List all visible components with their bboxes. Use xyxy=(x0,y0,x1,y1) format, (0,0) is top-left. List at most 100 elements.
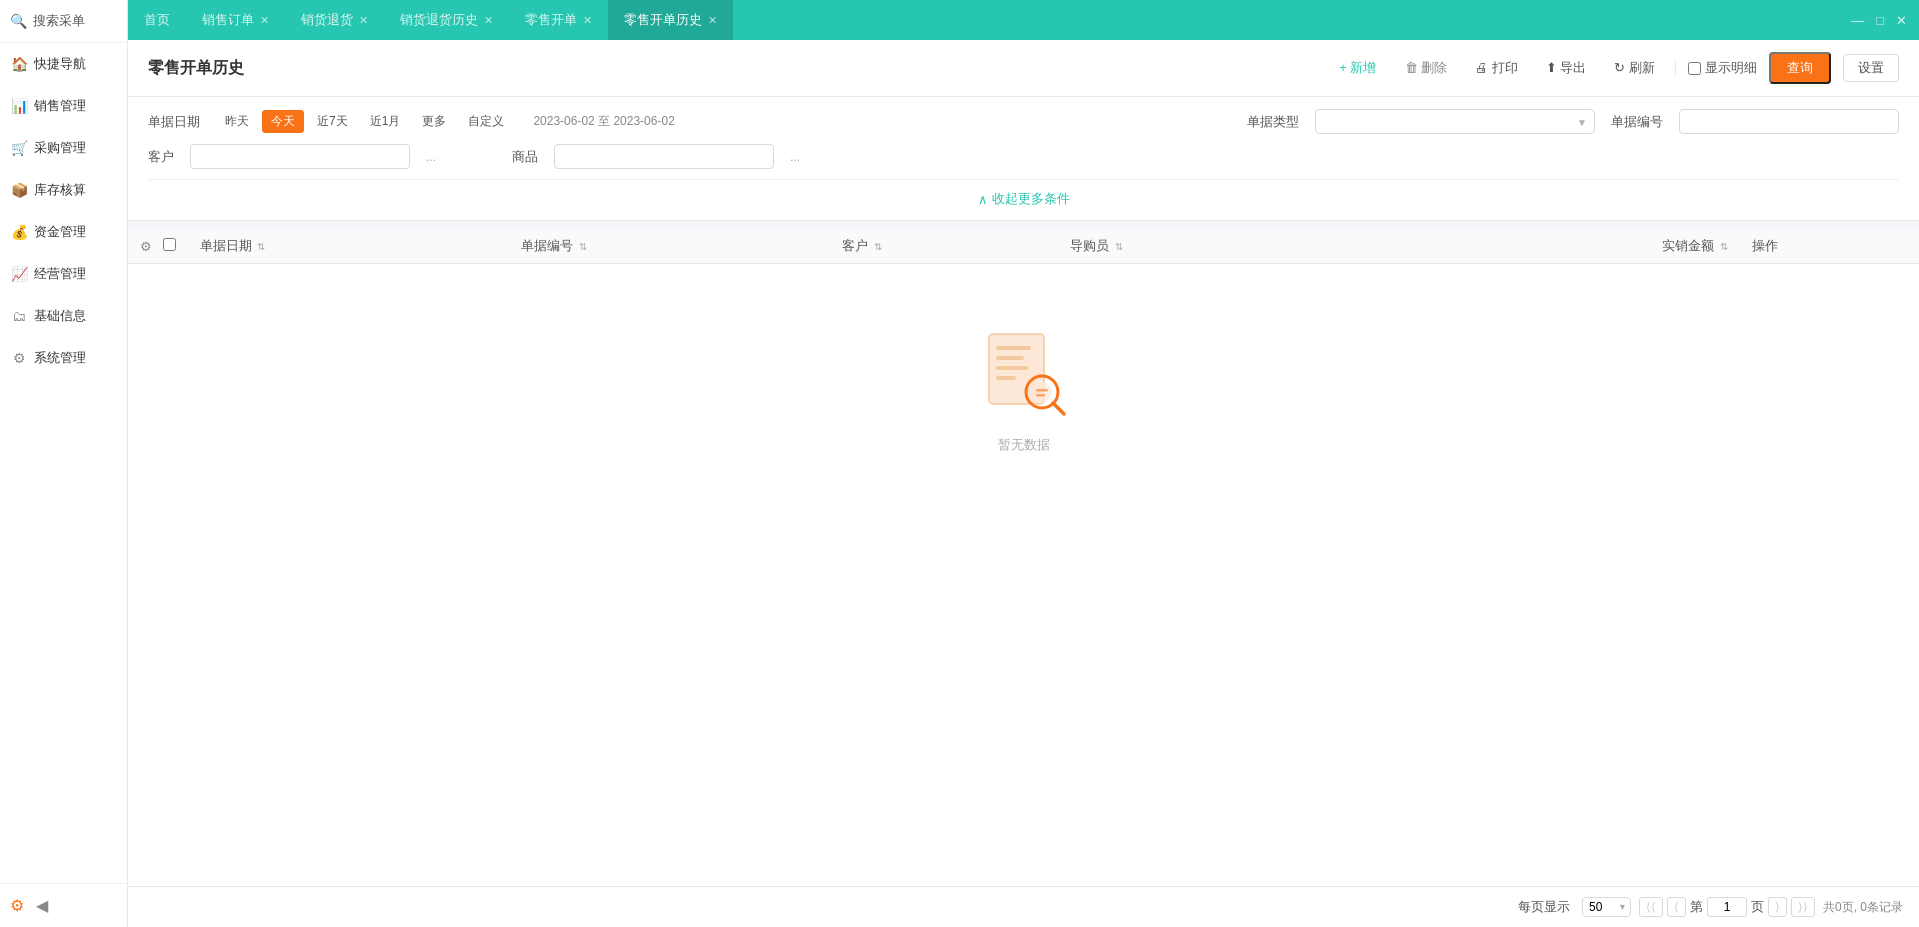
gear-settings-icon[interactable]: ⚙ xyxy=(140,239,152,254)
export-button[interactable]: ⬆ 导出 xyxy=(1538,55,1595,81)
tab-retail-open[interactable]: 零售开单✕ xyxy=(509,0,608,40)
tab-close-sales-order[interactable]: ✕ xyxy=(260,14,269,27)
table-header-row: ⚙ 单据日期 ⇅ 单据编号 ⇅ 客户 xyxy=(128,229,1919,264)
customer-ellipsis[interactable]: ... xyxy=(426,150,436,164)
setting-button[interactable]: 设置 xyxy=(1843,54,1899,82)
tab-sales-order[interactable]: 销售订单✕ xyxy=(186,0,285,40)
filter-row-1: 单据日期 昨天今天近7天近1月更多自定义 2023-06-02 至 2023-0… xyxy=(148,109,1899,134)
select-all-checkbox[interactable] xyxy=(163,238,176,251)
display-detail-checkbox[interactable]: 显示明细 xyxy=(1688,59,1757,77)
page-input[interactable] xyxy=(1707,897,1747,917)
page-title: 零售开单历史 xyxy=(148,58,244,79)
sort-salesperson-icon[interactable]: ⇅ xyxy=(1115,241,1123,252)
page-next-btn[interactable]: ⟩ xyxy=(1768,897,1787,917)
sidebar-search[interactable]: 🔍 搜索采单 xyxy=(0,0,127,43)
svg-rect-3 xyxy=(996,366,1028,370)
empty-text: 暂无数据 xyxy=(998,436,1050,454)
tab-label-retail-open-history: 零售开单历史 xyxy=(624,11,702,29)
search-icon: 🔍 xyxy=(10,13,27,29)
th-amount: 实销金额 ⇅ xyxy=(1419,229,1740,264)
goods-ellipsis[interactable]: ... xyxy=(790,150,800,164)
window-max-btn[interactable]: □ xyxy=(1876,13,1884,28)
sort-no-icon[interactable]: ⇅ xyxy=(579,241,587,252)
date-shortcut-近1月[interactable]: 近1月 xyxy=(361,110,410,133)
svg-point-6 xyxy=(1032,382,1052,402)
sidebar-item-base-info[interactable]: 🗂 基础信息 xyxy=(0,295,127,337)
display-detail-input[interactable] xyxy=(1688,62,1701,75)
doc-no-label: 单据编号 xyxy=(1611,113,1663,131)
sys-mgmt-icon: ⚙ xyxy=(10,350,28,366)
main-area: 首页销售订单✕销货退货✕销货退货历史✕零售开单✕零售开单历史✕ — □ ✕ 零售… xyxy=(128,0,1919,927)
sort-date-icon[interactable]: ⇅ xyxy=(257,241,265,252)
sidebar-item-sales-mgmt[interactable]: 📊 销售管理 xyxy=(0,85,127,127)
sidebar-item-sys-mgmt[interactable]: ⚙系统管理 xyxy=(0,337,127,379)
inventory-icon: 📦 xyxy=(10,182,28,198)
page-first-btn[interactable]: ⟨⟨ xyxy=(1639,897,1663,917)
window-controls: — □ ✕ xyxy=(1851,0,1919,40)
sidebar-item-label: 资金管理 xyxy=(34,223,86,241)
pagination: 每页显示 102050100 ▼ ⟨⟨ ⟨ 第 页 ⟩ ⟩⟩ 共0页, 0条记录 xyxy=(128,886,1919,927)
tab-sales-return-history[interactable]: 销货退货历史✕ xyxy=(384,0,509,40)
tab-sales-return[interactable]: 销货退货 ✕ xyxy=(285,0,384,40)
th-checkbox: ⚙ xyxy=(128,229,188,264)
svg-line-7 xyxy=(1053,403,1064,414)
date-shortcut-近7天[interactable]: 近7天 xyxy=(308,110,357,133)
doc-no-input[interactable] xyxy=(1679,109,1899,134)
print-button[interactable]: 🖨 打印 xyxy=(1467,55,1526,81)
sidebar-item-purchase-mgmt[interactable]: 🛒采购管理 xyxy=(0,127,127,169)
delete-button[interactable]: 🗑 删除 xyxy=(1397,55,1456,81)
tab-close-retail-open[interactable]: ✕ xyxy=(583,14,592,27)
window-close-btn[interactable]: ✕ xyxy=(1896,13,1907,28)
customer-input[interactable] xyxy=(190,144,410,169)
tab-close-sales-return-history[interactable]: ✕ xyxy=(484,14,493,27)
sidebar-item-quick-nav[interactable]: 🏠快捷导航 xyxy=(0,43,127,85)
window-min-btn[interactable]: — xyxy=(1851,13,1864,28)
sidebar-item-operations[interactable]: 📈经营管理 xyxy=(0,253,127,295)
date-shortcut-昨天[interactable]: 昨天 xyxy=(216,110,258,133)
sort-amount-icon[interactable]: ⇅ xyxy=(1720,241,1728,252)
sales-mgmt-icon: 📊 xyxy=(10,98,28,114)
table-area: ⚙ 单据日期 ⇅ 单据编号 ⇅ 客户 xyxy=(128,229,1919,886)
per-page-select[interactable]: 102050100 xyxy=(1582,897,1631,917)
filter-area: 单据日期 昨天今天近7天近1月更多自定义 2023-06-02 至 2023-0… xyxy=(128,97,1919,221)
sidebar-item-inventory[interactable]: 📦 库存核算 xyxy=(0,169,127,211)
tab-close-retail-open-history[interactable]: ✕ xyxy=(708,14,717,27)
tab-label-home: 首页 xyxy=(144,11,170,29)
tab-retail-open-history[interactable]: 零售开单历史 ✕ xyxy=(608,0,733,40)
page-last-btn[interactable]: ⟩⟩ xyxy=(1791,897,1815,917)
th-ops: 操作 xyxy=(1740,229,1919,264)
goods-input[interactable] xyxy=(554,144,774,169)
sort-customer-icon[interactable]: ⇅ xyxy=(874,241,882,252)
sidebar-item-label: 基础信息 xyxy=(34,307,86,325)
date-shortcut-今天[interactable]: 今天 xyxy=(262,110,304,133)
th-no: 单据编号 ⇅ xyxy=(509,229,830,264)
th-salesperson: 导购员 ⇅ xyxy=(1058,229,1333,264)
refresh-button[interactable]: ↻ 刷新 xyxy=(1606,55,1663,81)
sidebar-collapse-btn[interactable]: ◀ xyxy=(36,896,48,915)
sidebar-item-label: 库存核算 xyxy=(34,181,86,199)
data-table: ⚙ 单据日期 ⇅ 单据编号 ⇅ 客户 xyxy=(128,229,1919,264)
collapse-filter-btn[interactable]: ∧ 收起更多条件 xyxy=(148,186,1899,212)
per-page-wrap: 102050100 ▼ xyxy=(1582,897,1631,917)
tab-home[interactable]: 首页 xyxy=(128,0,186,40)
empty-icon xyxy=(974,324,1074,424)
svg-rect-4 xyxy=(996,376,1016,380)
query-button[interactable]: 查询 xyxy=(1769,52,1831,84)
base-info-icon: 🗂 xyxy=(10,308,28,324)
doc-type-select[interactable] xyxy=(1315,109,1595,134)
sidebar-item-finance[interactable]: 💰资金管理 xyxy=(0,211,127,253)
page-label: 第 xyxy=(1690,898,1703,916)
date-label: 单据日期 xyxy=(148,113,200,131)
th-empty xyxy=(1333,229,1419,264)
total-info: 共0页, 0条记录 xyxy=(1823,899,1903,916)
settings-icon[interactable]: ⚙ xyxy=(10,896,24,915)
tab-close-sales-return[interactable]: ✕ xyxy=(359,14,368,27)
add-button[interactable]: + 新增 xyxy=(1331,55,1384,81)
tab-label-sales-return: 销货退货 xyxy=(301,11,353,29)
date-shortcut-自定义[interactable]: 自定义 xyxy=(459,110,513,133)
page-prev-btn[interactable]: ⟨ xyxy=(1667,897,1686,917)
sidebar-item-label: 销售管理 xyxy=(34,97,86,115)
date-shortcut-更多[interactable]: 更多 xyxy=(413,110,455,133)
customer-label: 客户 xyxy=(148,148,174,166)
sidebar-item-label: 采购管理 xyxy=(34,139,86,157)
